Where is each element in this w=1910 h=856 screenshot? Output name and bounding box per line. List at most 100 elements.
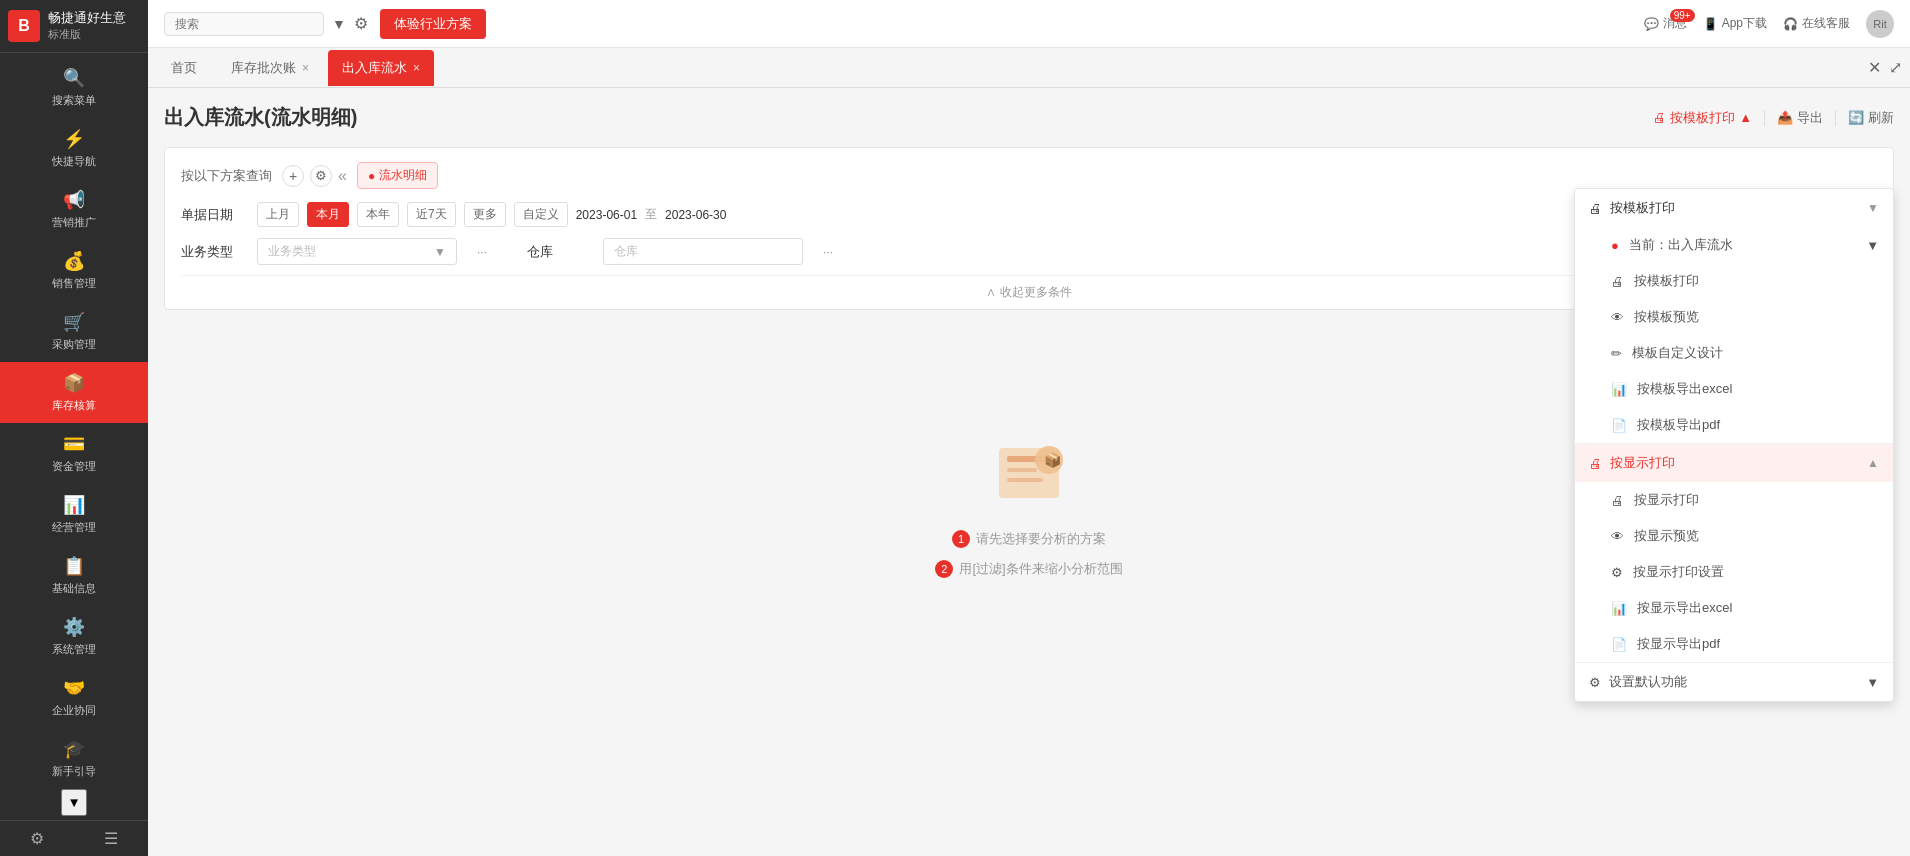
tab-close-all-btn[interactable]: ✕ xyxy=(1868,58,1881,77)
tab-batch-close[interactable]: × xyxy=(302,61,309,75)
sidebar-item-operation[interactable]: 📊 经营管理 xyxy=(0,484,148,545)
sidebar-item-corp[interactable]: 🤝 企业协同 xyxy=(0,667,148,728)
filter-setting-btn[interactable]: ⚙ xyxy=(310,165,332,187)
date-last7-btn[interactable]: 近7天 xyxy=(407,202,456,227)
sidebar-icon-basic: 📋 xyxy=(63,555,85,577)
sidebar-item-guide[interactable]: 🎓 新手引导 xyxy=(0,728,148,785)
svg-text:📦: 📦 xyxy=(1044,452,1062,469)
template-print-collapse-icon: ▼ xyxy=(1867,201,1879,215)
settings-footer-icon[interactable]: ⚙ xyxy=(30,829,44,848)
template-preview-item[interactable]: 👁 按模板预览 xyxy=(1575,299,1893,335)
type-select[interactable]: 业务类型 ▼ xyxy=(257,238,457,265)
date-prev-month-btn[interactable]: 上月 xyxy=(257,202,299,227)
date-more-btn[interactable]: 更多 xyxy=(464,202,506,227)
set-default-icon: ⚙ xyxy=(1589,675,1601,690)
menu-footer-icon[interactable]: ☰ xyxy=(104,829,118,848)
filter-add-btn[interactable]: + xyxy=(282,165,304,187)
online-service-btn[interactable]: 🎧 在线客服 xyxy=(1783,15,1850,32)
filter-tag[interactable]: ● 流水明细 xyxy=(357,162,438,189)
message-btn[interactable]: 💬 消息 99+ xyxy=(1644,15,1687,32)
sidebar-scroll-down-btn[interactable]: ▼ xyxy=(61,789,86,816)
sidebar-item-system[interactable]: ⚙️ 系统管理 xyxy=(0,606,148,667)
sidebar-icon-guide: 🎓 xyxy=(63,738,85,760)
filter-collapse-left-btn[interactable]: « xyxy=(338,167,347,185)
set-default-label: 设置默认功能 xyxy=(1609,673,1687,691)
type-more-btn[interactable]: ··· xyxy=(477,245,487,259)
template-print-item[interactable]: 🖨 按模板打印 xyxy=(1575,263,1893,299)
svg-rect-2 xyxy=(1007,468,1037,472)
tabbar: 首页 库存批次账 × 出入库流水 × ✕ ⤢ xyxy=(148,48,1910,88)
template-print-section-title: 🖨 按模板打印 xyxy=(1589,199,1675,217)
display-export-excel-item[interactable]: 📊 按显示导出excel xyxy=(1575,590,1893,626)
sidebar-item-sales[interactable]: 💰 销售管理 xyxy=(0,240,148,301)
warehouse-more-btn[interactable]: ··· xyxy=(823,245,833,259)
sidebar-item-basic[interactable]: 📋 基础信息 xyxy=(0,545,148,606)
sidebar-item-shortcut[interactable]: ⚡ 快捷导航 xyxy=(0,118,148,179)
search-input[interactable] xyxy=(164,12,324,36)
date-options: 上月 本月 本年 近7天 更多 自定义 2023-06-01 至 2023-06… xyxy=(257,202,726,227)
search-dropdown-btn[interactable]: ▼ xyxy=(332,16,346,32)
sidebar-icon-search: 🔍 xyxy=(63,67,85,89)
refresh-label: 刷新 xyxy=(1868,109,1894,127)
collapse-more-btn[interactable]: ∧ 收起更多条件 xyxy=(986,284,1071,301)
display-print-item[interactable]: 🖨 按显示打印 xyxy=(1575,482,1893,518)
date-filter-label: 单据日期 xyxy=(181,206,241,224)
sidebar-icon-sales: 💰 xyxy=(63,250,85,272)
template-export-excel-label: 按模板导出excel xyxy=(1637,380,1732,398)
sidebar-item-finance[interactable]: 💳 资金管理 xyxy=(0,423,148,484)
template-preview-icon: 👁 xyxy=(1611,310,1624,325)
template-preview-label: 按模板预览 xyxy=(1634,308,1699,326)
collapse-icon: ∧ xyxy=(986,285,996,299)
date-current-year-btn[interactable]: 本年 xyxy=(357,202,399,227)
date-custom-btn[interactable]: 自定义 xyxy=(514,202,568,227)
app-logo: B xyxy=(8,10,40,42)
sidebar-item-marketing[interactable]: 📢 营销推广 xyxy=(0,179,148,240)
date-range-sep: 至 xyxy=(645,206,657,223)
export-btn[interactable]: 📤 导出 xyxy=(1777,109,1823,127)
sidebar-icon-system: ⚙️ xyxy=(63,616,85,638)
sidebar-item-search[interactable]: 🔍 搜索菜单 xyxy=(0,57,148,118)
svg-rect-3 xyxy=(1007,478,1043,482)
display-print-icon: 🖨 xyxy=(1611,493,1624,508)
template-current-item[interactable]: ● 当前：出入库流水 ▼ xyxy=(1575,227,1893,263)
sidebar-item-purchase[interactable]: 🛒 采购管理 xyxy=(0,301,148,362)
tab-inout-close[interactable]: × xyxy=(413,61,420,75)
refresh-btn[interactable]: 🔄 刷新 xyxy=(1848,109,1894,127)
trial-btn[interactable]: 体验行业方案 xyxy=(380,9,486,39)
tab-inout[interactable]: 出入库流水 × xyxy=(328,50,434,86)
set-default-arrow: ▼ xyxy=(1866,675,1879,690)
sidebar-icon-inventory: 📦 xyxy=(63,372,85,394)
app-download-icon: 📱 xyxy=(1703,17,1718,31)
template-export-excel-item[interactable]: 📊 按模板导出excel xyxy=(1575,371,1893,407)
sidebar-item-inventory[interactable]: 📦 库存核算 xyxy=(0,362,148,423)
template-current-icon: ● xyxy=(1611,238,1619,253)
display-print-section-label: 按显示打印 xyxy=(1610,454,1675,472)
tab-expand-btn[interactable]: ⤢ xyxy=(1889,58,1902,77)
service-icon: 🎧 xyxy=(1783,17,1798,31)
display-preview-item[interactable]: 👁 按显示预览 xyxy=(1575,518,1893,554)
tab-home[interactable]: 首页 xyxy=(156,50,212,86)
print-btn[interactable]: 🖨 按模板打印 ▲ xyxy=(1653,109,1752,127)
date-range-end: 2023-06-30 xyxy=(665,208,726,222)
sidebar-label-inventory: 库存核算 xyxy=(52,398,96,413)
sidebar-label-guide: 新手引导 xyxy=(52,764,96,779)
step1-num: 1 xyxy=(952,530,970,548)
template-customize-item[interactable]: ✏ 模板自定义设计 xyxy=(1575,335,1893,371)
topbar: ▼ ⚙ 体验行业方案 💬 消息 99+ 📱 App下载 🎧 在线客服 xyxy=(148,0,1910,48)
warehouse-placeholder: 仓库 xyxy=(614,243,638,260)
app-subtitle: 标准版 xyxy=(48,27,126,42)
display-print-settings-item[interactable]: ⚙ 按显示打印设置 xyxy=(1575,554,1893,590)
tab-batch[interactable]: 库存批次账 × xyxy=(216,50,324,86)
template-export-pdf-item[interactable]: 📄 按模板导出pdf xyxy=(1575,407,1893,443)
set-default-item[interactable]: ⚙ 设置默认功能 ▼ xyxy=(1575,663,1893,701)
template-export-pdf-icon: 📄 xyxy=(1611,418,1627,433)
app-download-btn[interactable]: 📱 App下载 xyxy=(1703,15,1767,32)
date-current-month-btn[interactable]: 本月 xyxy=(307,202,349,227)
template-current-label: 当前：出入库流水 xyxy=(1629,236,1733,254)
user-avatar[interactable]: Rit xyxy=(1866,10,1894,38)
settings-gear-icon[interactable]: ⚙ xyxy=(354,14,368,33)
template-print-section-header[interactable]: 🖨 按模板打印 ▼ xyxy=(1575,189,1893,227)
display-print-section-header[interactable]: 🖨 按显示打印 ▲ xyxy=(1575,444,1893,482)
display-export-pdf-item[interactable]: 📄 按显示导出pdf xyxy=(1575,626,1893,662)
warehouse-select[interactable]: 仓库 xyxy=(603,238,803,265)
